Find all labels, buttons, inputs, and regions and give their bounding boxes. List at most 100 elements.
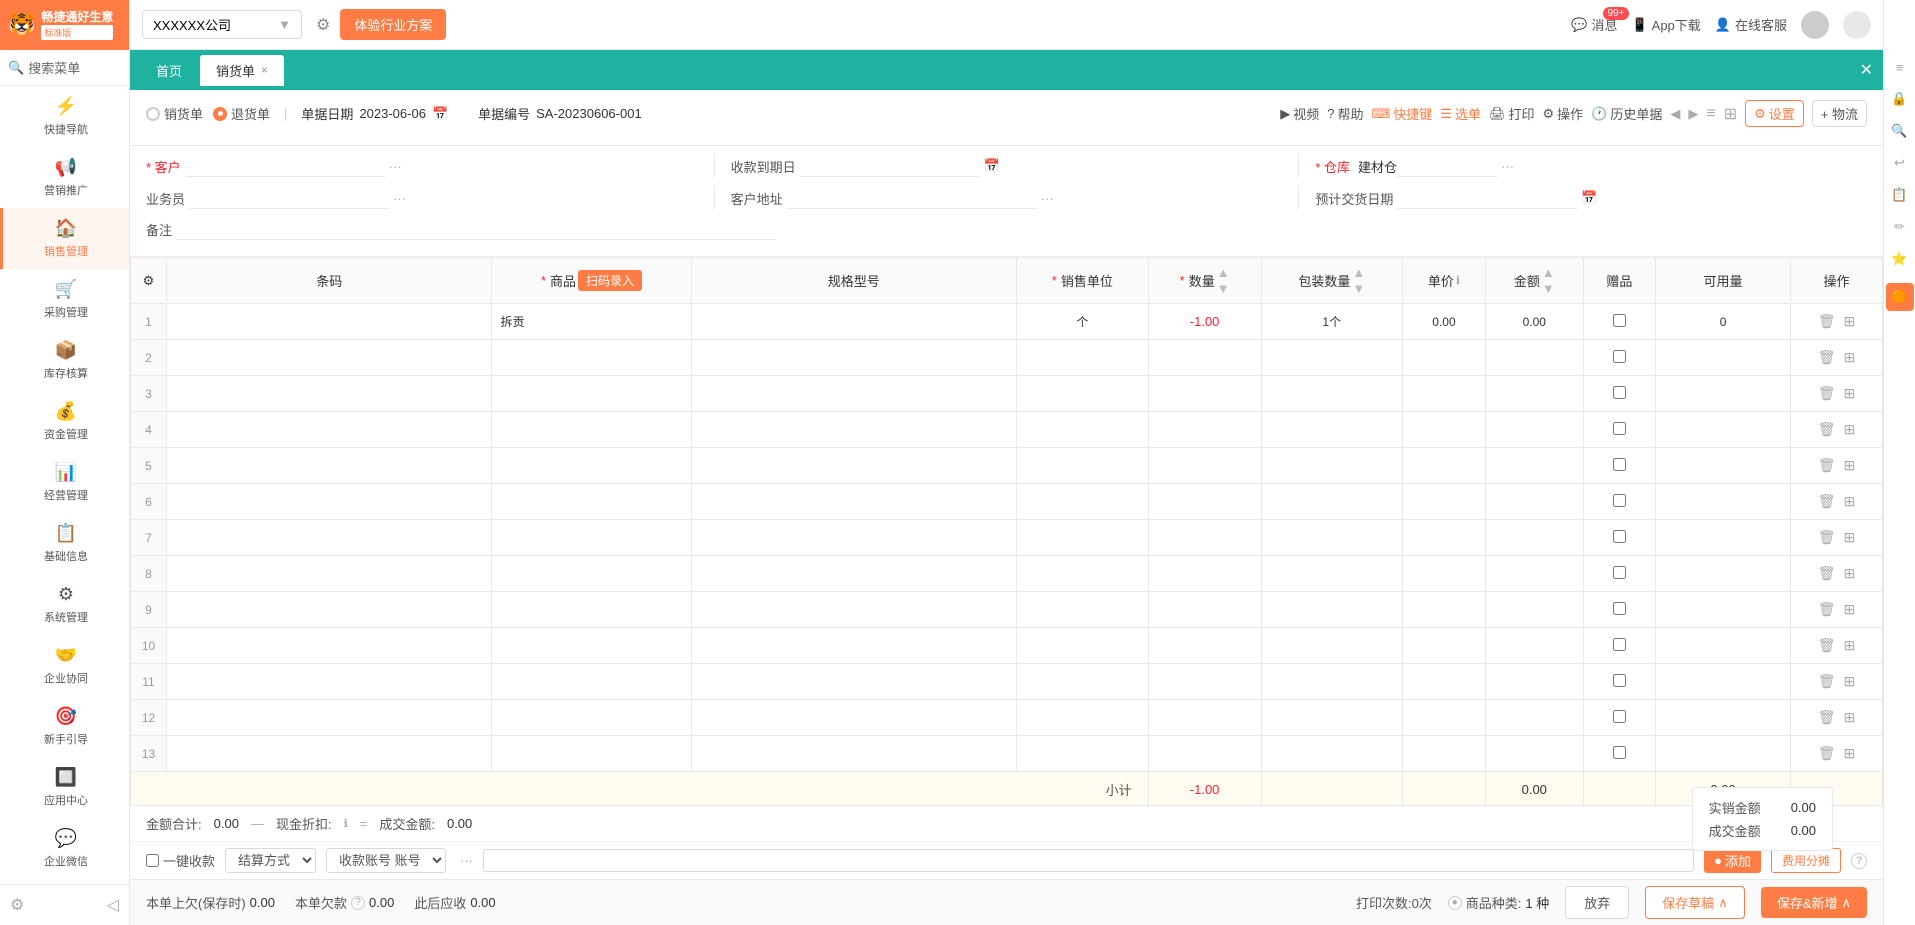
row-copy-icon-7[interactable]: ⊞ <box>1844 565 1856 582</box>
tab-close-icon[interactable]: × <box>261 63 268 77</box>
row-delete-icon-5[interactable]: 🗑 <box>1818 493 1836 510</box>
row-gift-9[interactable] <box>1583 628 1656 664</box>
fee-help-icon[interactable]: ? <box>1851 853 1867 869</box>
save-draft-button[interactable]: 保存草稿 ∧ <box>1645 886 1745 919</box>
rp-icon-1[interactable]: ≡ <box>1896 60 1904 75</box>
one-click-checkbox[interactable] <box>146 854 159 867</box>
warehouse-more-icon[interactable]: ··· <box>1501 159 1514 174</box>
row-delete-icon-0[interactable]: 🗑 <box>1818 313 1836 330</box>
payment-method-select[interactable]: 结算方式 <box>225 848 316 873</box>
row-copy-icon-11[interactable]: ⊞ <box>1844 709 1856 726</box>
message-button[interactable]: 💬 消息 99+ <box>1571 15 1617 34</box>
discount-info-icon[interactable]: ℹ <box>344 817 348 830</box>
row-barcode-7[interactable] <box>167 556 492 592</box>
row-price-3[interactable] <box>1403 412 1486 448</box>
row-delete-icon-3[interactable]: 🗑 <box>1818 421 1836 438</box>
shortcut-btn[interactable]: ⌨ 快捷键 <box>1372 104 1433 123</box>
row-copy-icon-2[interactable]: ⊞ <box>1844 385 1856 402</box>
expected-date-input[interactable] <box>1397 187 1577 209</box>
row-delete-icon-8[interactable]: 🗑 <box>1818 601 1836 618</box>
row-barcode-9[interactable] <box>167 628 492 664</box>
add-payment-button[interactable]: ● 添加 <box>1704 848 1761 873</box>
row-delete-icon-2[interactable]: 🗑 <box>1818 385 1836 402</box>
fee-split-button[interactable]: 费用分摊 <box>1771 848 1841 873</box>
help-btn[interactable]: ? 帮助 <box>1327 104 1363 123</box>
rp-icon-6[interactable]: ✏ <box>1894 219 1905 235</box>
row-gift-3[interactable] <box>1583 412 1656 448</box>
sidebar-item-marketing[interactable]: 📢 营销推广 <box>0 147 129 208</box>
notes-input[interactable] <box>176 218 776 240</box>
row-price-5[interactable] <box>1403 484 1486 520</box>
history-btn[interactable]: 🕐 历史单据 <box>1591 104 1662 123</box>
video-btn[interactable]: ▶ 视频 <box>1280 104 1319 123</box>
row-gift-2[interactable] <box>1583 376 1656 412</box>
row-delete-icon-11[interactable]: 🗑 <box>1818 709 1836 726</box>
gear-header-icon[interactable]: ⚙ <box>143 273 155 288</box>
row-gift-12[interactable] <box>1583 736 1656 772</box>
payment-more-icon[interactable]: ··· <box>460 853 473 868</box>
customer-input[interactable] <box>185 155 385 177</box>
nav-next-icon[interactable]: ▶ <box>1688 106 1698 122</box>
salesperson-input[interactable] <box>189 187 389 209</box>
tab-home[interactable]: 首页 <box>140 55 198 86</box>
row-barcode-11[interactable] <box>167 700 492 736</box>
row-spec-5[interactable] <box>691 484 1016 520</box>
row-spec-7[interactable] <box>691 556 1016 592</box>
row-price-0[interactable]: 0.00 <box>1403 304 1486 340</box>
row-copy-icon-12[interactable]: ⊞ <box>1844 745 1856 762</box>
tab-sales-order[interactable]: 销货单 × <box>200 55 284 86</box>
row-price-4[interactable] <box>1403 448 1486 484</box>
total-debit-help[interactable]: ? <box>351 896 365 910</box>
row-barcode-0[interactable] <box>167 304 492 340</box>
trial-button[interactable]: 体验行业方案 <box>340 9 446 40</box>
row-price-2[interactable] <box>1403 376 1486 412</box>
row-gift-0[interactable] <box>1583 304 1656 340</box>
row-copy-icon-3[interactable]: ⊞ <box>1844 421 1856 438</box>
sidebar-search[interactable]: 🔍 搜索菜单 <box>0 50 129 86</box>
radio-sale[interactable]: 销货单 <box>146 104 203 123</box>
select-order-btn[interactable]: ☰ 选单 <box>1440 104 1481 123</box>
row-spec-3[interactable] <box>691 412 1016 448</box>
app-download-button[interactable]: 📱 App下载 <box>1631 15 1700 34</box>
row-spec-0[interactable] <box>691 304 1016 340</box>
rp-icon-3[interactable]: 🔍 <box>1891 123 1907 139</box>
payment-account-select[interactable]: 收款账号 账号 <box>326 848 446 873</box>
settings-button[interactable]: ⚙ 设置 <box>1745 100 1804 127</box>
row-spec-11[interactable] <box>691 700 1016 736</box>
sidebar-item-finance[interactable]: 💰 资金管理 <box>0 391 129 452</box>
discard-button[interactable]: 放弃 <box>1565 886 1629 919</box>
customer-addr-input[interactable] <box>787 187 1037 209</box>
radio-return[interactable]: 退货单 <box>213 104 270 123</box>
row-qty-5[interactable] <box>1148 484 1261 520</box>
row-qty-2[interactable] <box>1148 376 1261 412</box>
rp-icon-4[interactable]: ↩ <box>1894 155 1905 171</box>
row-delete-icon-6[interactable]: 🗑 <box>1818 529 1836 546</box>
row-price-6[interactable] <box>1403 520 1486 556</box>
row-gift-1[interactable] <box>1583 340 1656 376</box>
row-delete-icon-12[interactable]: 🗑 <box>1818 745 1836 762</box>
row-delete-icon-9[interactable]: 🗑 <box>1818 637 1836 654</box>
sidebar-item-basic[interactable]: 📋 基础信息 <box>0 513 129 574</box>
price-info-icon[interactable]: ℹ <box>1456 274 1460 287</box>
sidebar-item-system[interactable]: ⚙ 系统管理 <box>0 574 129 635</box>
row-gift-6[interactable] <box>1583 520 1656 556</box>
collapse-icon[interactable]: ◁ <box>107 895 119 915</box>
row-barcode-2[interactable] <box>167 376 492 412</box>
logistics-button[interactable]: + 物流 <box>1812 100 1867 127</box>
settings-gear-icon[interactable]: ⚙ <box>316 15 330 35</box>
row-qty-8[interactable] <box>1148 592 1261 628</box>
row-gift-10[interactable] <box>1583 664 1656 700</box>
row-gift-11[interactable] <box>1583 700 1656 736</box>
row-spec-10[interactable] <box>691 664 1016 700</box>
row-barcode-5[interactable] <box>167 484 492 520</box>
row-qty-3[interactable] <box>1148 412 1261 448</box>
sidebar-item-enterprise[interactable]: 🤝 企业协同 <box>0 635 129 696</box>
one-click-payment-checkbox[interactable]: 一键收款 <box>146 851 215 870</box>
row-delete-icon-10[interactable]: 🗑 <box>1818 673 1836 690</box>
row-barcode-8[interactable] <box>167 592 492 628</box>
row-copy-icon-6[interactable]: ⊞ <box>1844 529 1856 546</box>
due-date-input[interactable] <box>800 155 980 177</box>
salesperson-more-icon[interactable]: ··· <box>393 191 406 206</box>
row-gift-5[interactable] <box>1583 484 1656 520</box>
row-spec-9[interactable] <box>691 628 1016 664</box>
